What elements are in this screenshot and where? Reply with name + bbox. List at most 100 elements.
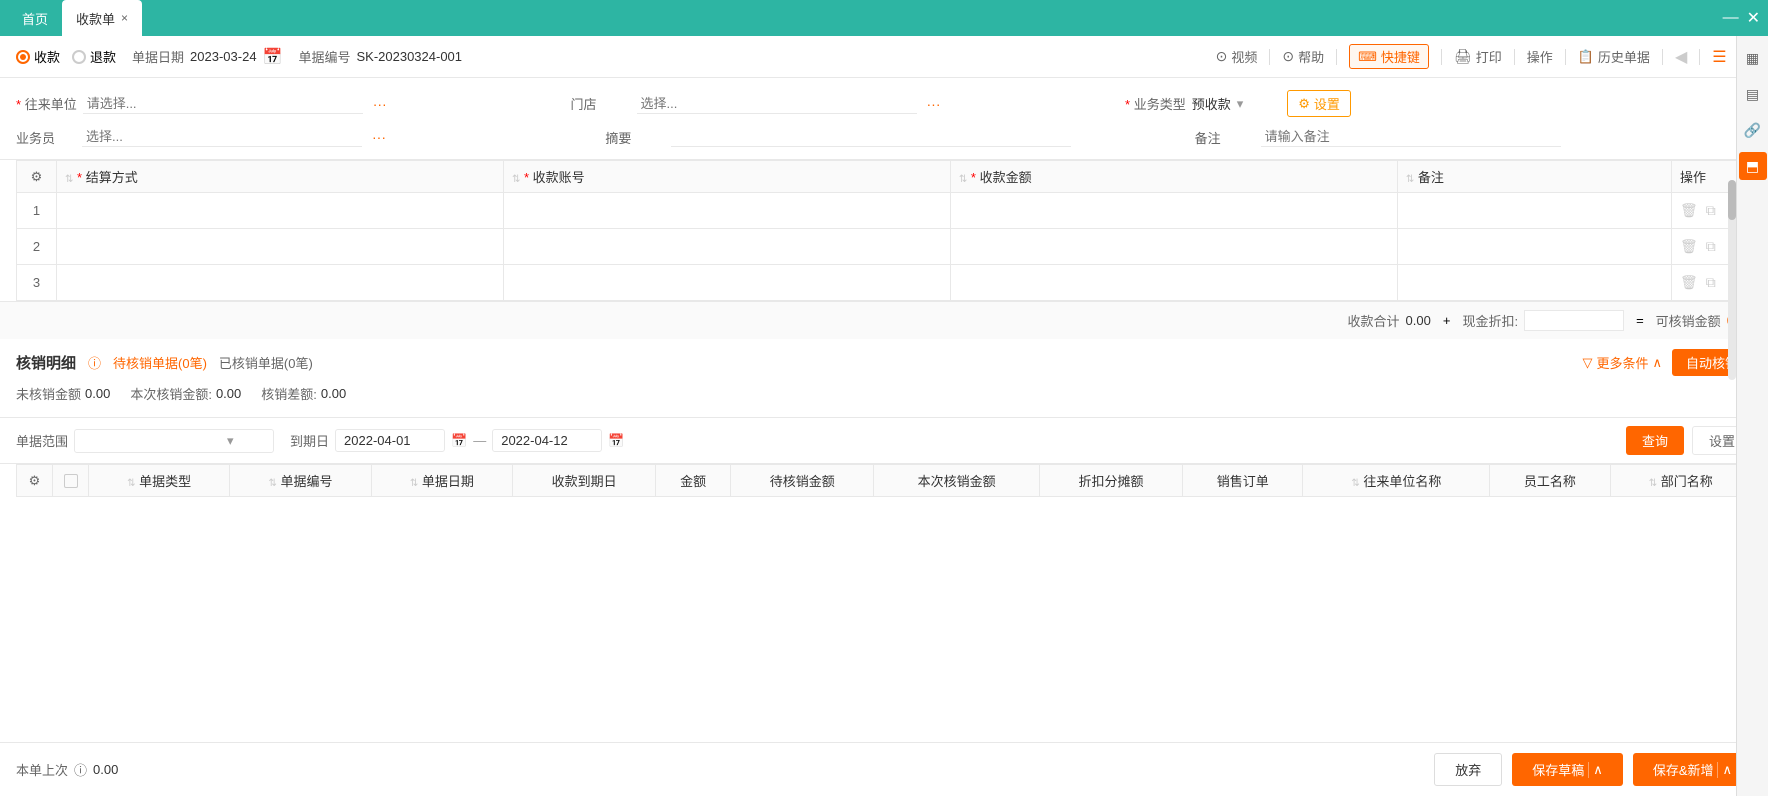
toolbar-right: ⊙ 视频 ⊙ 帮助 ⌨ 快捷键 🖨 打印 操作 xyxy=(1216,44,1752,69)
radio-shoukuan[interactable]: 收款 xyxy=(16,47,60,66)
more-filter-label: 更多条件 xyxy=(1596,353,1648,372)
row-3-account[interactable] xyxy=(503,265,950,301)
history-btn[interactable]: 📋 历史单据 xyxy=(1578,47,1650,66)
calendar-to-icon[interactable]: 📅 xyxy=(608,433,624,449)
row-2-delete-icon[interactable]: 🗑 xyxy=(1680,238,1698,255)
discount-input[interactable] xyxy=(1524,310,1624,331)
select-all-checkbox[interactable] xyxy=(64,474,78,488)
save-new-btn[interactable]: 保存&新增 ∧ xyxy=(1633,753,1752,786)
row-1-delete-icon[interactable]: 🗑 xyxy=(1680,202,1698,219)
prev-nav-icon[interactable]: ◀ xyxy=(1675,47,1687,67)
window-minimize-icon[interactable]: — xyxy=(1723,9,1739,27)
summary-input[interactable] xyxy=(671,127,1071,147)
total-label: 收款合计 xyxy=(1348,311,1400,330)
row-2-notes[interactable] xyxy=(1397,229,1671,265)
scrollbar[interactable] xyxy=(1728,180,1736,380)
tab-home[interactable]: 首页 xyxy=(8,0,62,36)
layout-icon[interactable]: ☰ xyxy=(1712,47,1726,67)
video-btn[interactable]: ⊙ 视频 xyxy=(1216,47,1258,66)
right-panel-icon-1[interactable]: ▦ xyxy=(1739,44,1767,72)
range-select[interactable]: ▾ xyxy=(74,429,274,453)
business-type-field: * 业务类型 预收款 ▾ ⚙ 设置 xyxy=(1125,90,1752,117)
window-close-icon[interactable]: ✕ xyxy=(1747,8,1760,28)
hex-done-tab[interactable]: 已核销单据(0笔) xyxy=(219,353,313,372)
table-gear-icon[interactable]: ⚙ xyxy=(25,169,48,185)
notes-input[interactable] xyxy=(1261,127,1561,147)
calendar-icon[interactable]: 📅 xyxy=(263,47,283,67)
divider7 xyxy=(1699,49,1700,65)
radio-shoukuan-label: 收款 xyxy=(34,47,60,66)
store-input[interactable] xyxy=(637,94,917,114)
business-type-dropdown-icon[interactable]: ▾ xyxy=(1237,96,1244,112)
scrollbar-thumb[interactable] xyxy=(1728,180,1736,220)
save-new-dropdown-icon[interactable]: ∧ xyxy=(1722,762,1732,778)
row-1-settle[interactable] xyxy=(57,193,504,229)
print-label: 打印 xyxy=(1476,47,1502,66)
row-3-settle[interactable] xyxy=(57,265,504,301)
date-label-filter: 到期日 xyxy=(290,431,329,450)
row-1-account[interactable] xyxy=(503,193,950,229)
col-partner: ⇅ 往来单位名称 xyxy=(1303,465,1490,497)
save-draft-dropdown-icon[interactable]: ∧ xyxy=(1593,762,1603,778)
row-2-amount[interactable] xyxy=(950,229,1397,265)
date-to-input[interactable] xyxy=(492,429,602,452)
col-discount: 折扣分摊额 xyxy=(1040,465,1183,497)
print-btn[interactable]: 🖨 打印 xyxy=(1454,47,1502,66)
row-3-copy-icon[interactable]: ⧉ xyxy=(1706,274,1716,291)
row-3-notes[interactable] xyxy=(1397,265,1671,301)
col-amount-bottom: 金额 xyxy=(656,465,731,497)
settings-button[interactable]: ⚙ 设置 xyxy=(1287,90,1351,117)
chevron-up-icon: ∧ xyxy=(1652,355,1662,371)
help-btn[interactable]: ⊙ 帮助 xyxy=(1282,47,1324,66)
calendar-from-icon[interactable]: 📅 xyxy=(451,433,467,449)
staff-more-icon[interactable]: ··· xyxy=(368,129,390,145)
main-content: 收款 退款 单据日期 2023-03-24 📅 单据编号 SK-20230324… xyxy=(0,36,1768,796)
more-filter-btn[interactable]: ▽ 更多条件 ∧ xyxy=(1582,353,1662,372)
summary-row: 收款合计 0.00 + 现金折扣: = 可核销金额 0.00 xyxy=(0,301,1768,339)
row-2-settle[interactable] xyxy=(57,229,504,265)
tab-active[interactable]: 收款单 × xyxy=(62,0,142,36)
filter-right: 查询 设置 xyxy=(1626,426,1752,455)
form-area: * 往来单位 ··· 门店 ··· * 业务类型 预收款 ▾ xyxy=(0,78,1768,160)
tab-close-icon[interactable]: × xyxy=(121,11,128,25)
partner-input[interactable] xyxy=(83,94,363,114)
abandon-btn[interactable]: 放弃 xyxy=(1434,753,1502,786)
row-1-amount[interactable] xyxy=(950,193,1397,229)
radio-tuikuan-label: 退款 xyxy=(90,47,116,66)
hex-pending-tab[interactable]: 待核销单据(0笔) xyxy=(113,353,207,372)
quickkey-btn[interactable]: ⌨ 快捷键 xyxy=(1349,44,1429,69)
help-icon: ⊙ xyxy=(1282,48,1294,65)
row-2-copy-icon[interactable]: ⧉ xyxy=(1706,238,1716,255)
row-3-delete-icon[interactable]: 🗑 xyxy=(1680,274,1698,291)
tab-home-label: 首页 xyxy=(22,9,48,28)
bottom-table-gear-icon[interactable]: ⚙ xyxy=(25,473,44,489)
row-3-amount[interactable] xyxy=(950,265,1397,301)
store-more-icon[interactable]: ··· xyxy=(923,96,945,112)
discount-label: 现金折扣: xyxy=(1462,311,1518,330)
date-from-input[interactable] xyxy=(335,429,445,452)
right-panel-icon-4[interactable]: ⬒ xyxy=(1739,152,1767,180)
footer-info-icon[interactable]: ⓘ xyxy=(74,760,87,779)
save-draft-btn[interactable]: 保存草稿 ∧ xyxy=(1512,753,1623,786)
row-1-copy-icon[interactable]: ⧉ xyxy=(1706,202,1716,219)
row-1-notes[interactable] xyxy=(1397,193,1671,229)
partner-more-icon[interactable]: ··· xyxy=(369,96,391,112)
operation-btn[interactable]: 操作 xyxy=(1527,47,1553,66)
staff-input[interactable] xyxy=(82,127,362,147)
diff-stat: 核销差额: 0.00 xyxy=(261,384,346,403)
history-icon: 📋 xyxy=(1578,49,1594,65)
query-btn[interactable]: 查询 xyxy=(1626,426,1684,455)
date-value: 2023-03-24 xyxy=(190,49,257,64)
print-icon: 🖨 xyxy=(1454,48,1472,65)
hex-info-icon[interactable]: ⓘ xyxy=(88,353,101,372)
data-table: ⚙ ⇅ * 结算方式 ⇅ * 收款账号 ⇅ * 收款 xyxy=(16,160,1752,301)
bottom-table-area: ⚙ ⇅ 单据类型 ⇅ 单据编号 xyxy=(0,464,1768,742)
radio-tuikuan[interactable]: 退款 xyxy=(72,47,116,66)
col-pending: 待核销金额 xyxy=(731,465,874,497)
col-sales-order: 销售订单 xyxy=(1183,465,1303,497)
help-label: 帮助 xyxy=(1298,47,1324,66)
footer-info-value: 0.00 xyxy=(93,762,118,777)
row-2-account[interactable] xyxy=(503,229,950,265)
right-panel-icon-3[interactable]: 🔗 xyxy=(1739,116,1767,144)
right-panel-icon-2[interactable]: ▤ xyxy=(1739,80,1767,108)
